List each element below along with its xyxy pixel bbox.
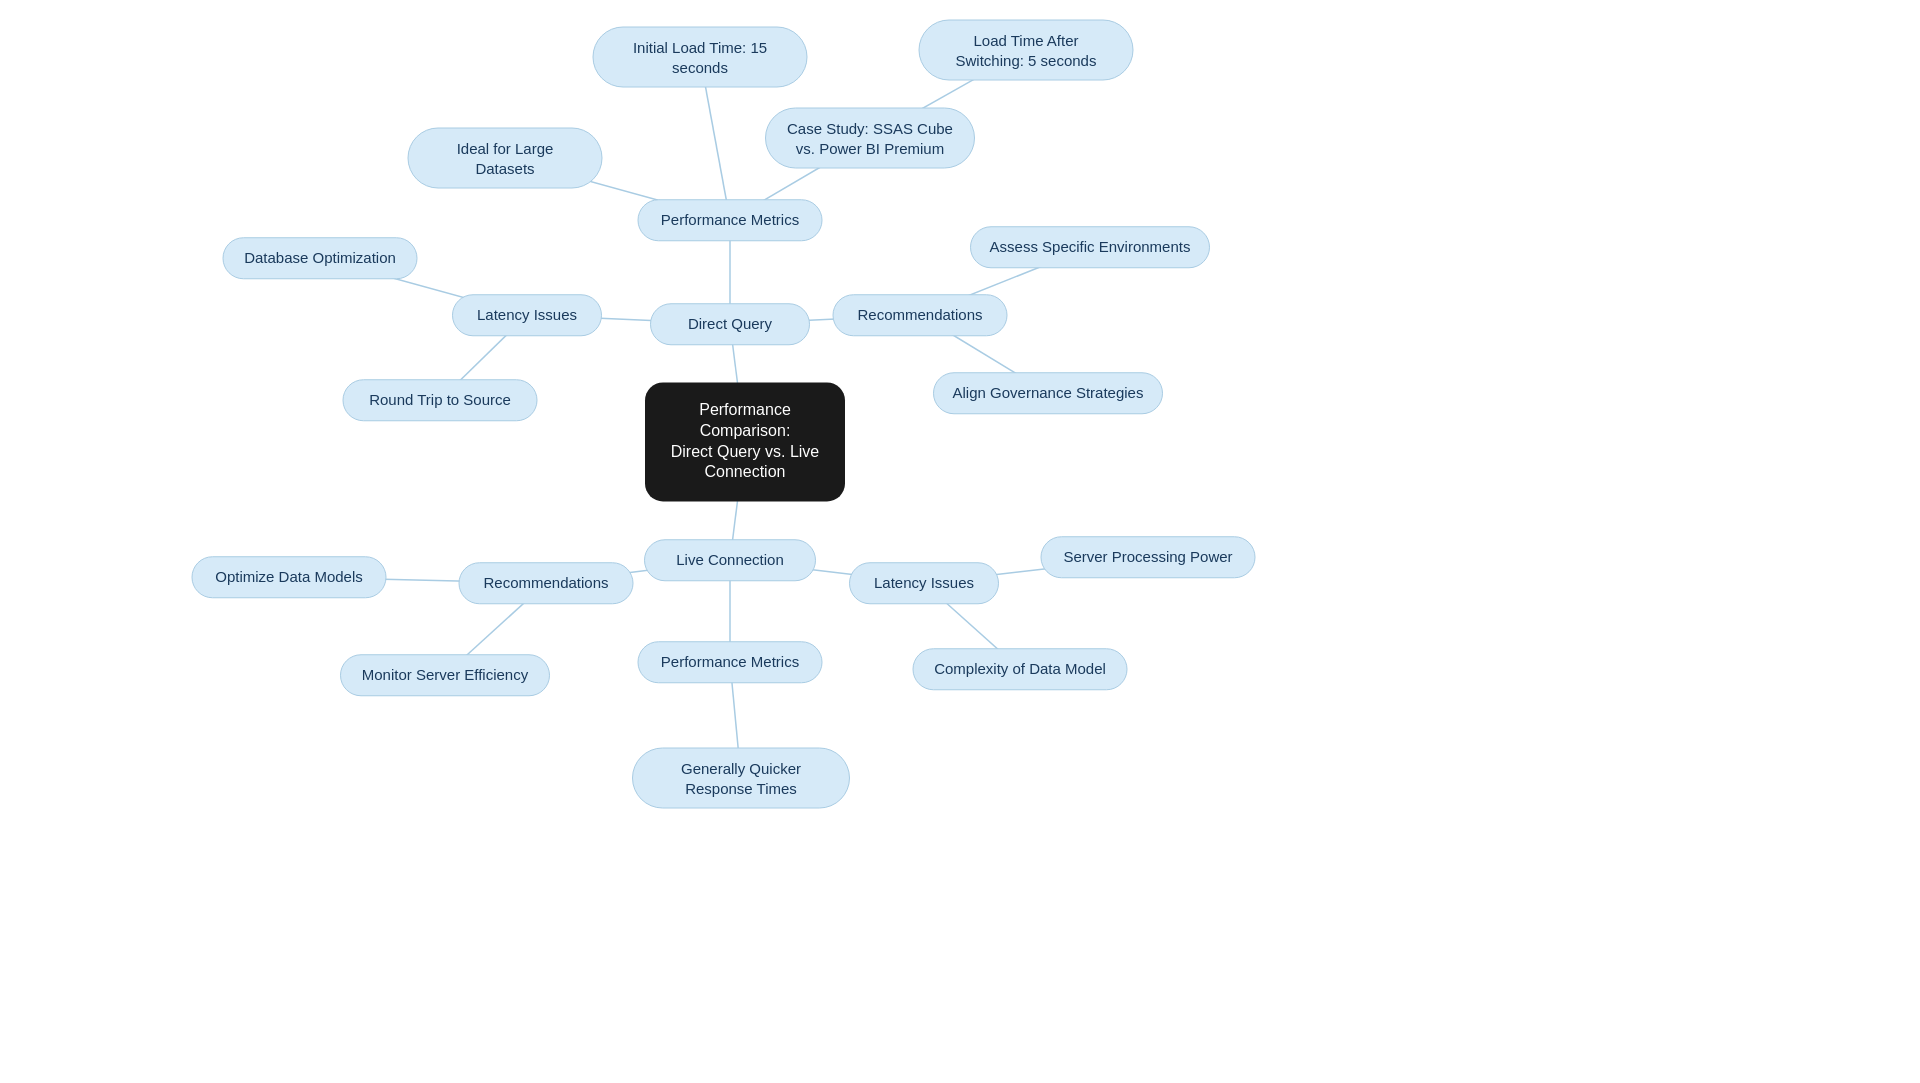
node-case_study[interactable]: Case Study: SSAS Cube vs. Power BI Premi… [765,108,975,169]
node-monitor_server[interactable]: Monitor Server Efficiency [340,654,550,696]
node-load_after_switch[interactable]: Load Time After Switching: 5 seconds [919,20,1134,81]
node-align_gov[interactable]: Align Governance Strategies [933,372,1163,414]
node-assess_env[interactable]: Assess Specific Environments [970,226,1210,268]
node-recommendations_bottom[interactable]: Recommendations [459,562,634,604]
node-latency_issues_top[interactable]: Latency Issues [452,294,602,336]
node-optimize_models[interactable]: Optimize Data Models [192,556,387,598]
node-server_processing[interactable]: Server Processing Power [1041,536,1256,578]
node-complexity[interactable]: Complexity of Data Model [913,648,1128,690]
node-direct_query[interactable]: Direct Query [650,303,810,345]
node-initial_load[interactable]: Initial Load Time: 15 seconds [593,27,808,88]
node-generally_quicker[interactable]: Generally Quicker Response Times [632,748,850,809]
node-ideal_large[interactable]: Ideal for Large Datasets [408,128,603,189]
node-round_trip[interactable]: Round Trip to Source [343,379,538,421]
node-latency_issues_bottom[interactable]: Latency Issues [849,562,999,604]
mindmap-container: Performance Comparison: Direct Query vs.… [0,0,1920,1083]
node-perf_metrics_bottom[interactable]: Performance Metrics [638,641,823,683]
node-recommendations_top[interactable]: Recommendations [833,294,1008,336]
node-perf_metrics_top[interactable]: Performance Metrics [638,199,823,241]
node-db_optimization[interactable]: Database Optimization [223,237,418,279]
center-node[interactable]: Performance Comparison: Direct Query vs.… [645,382,845,501]
node-live_connection[interactable]: Live Connection [644,539,816,581]
